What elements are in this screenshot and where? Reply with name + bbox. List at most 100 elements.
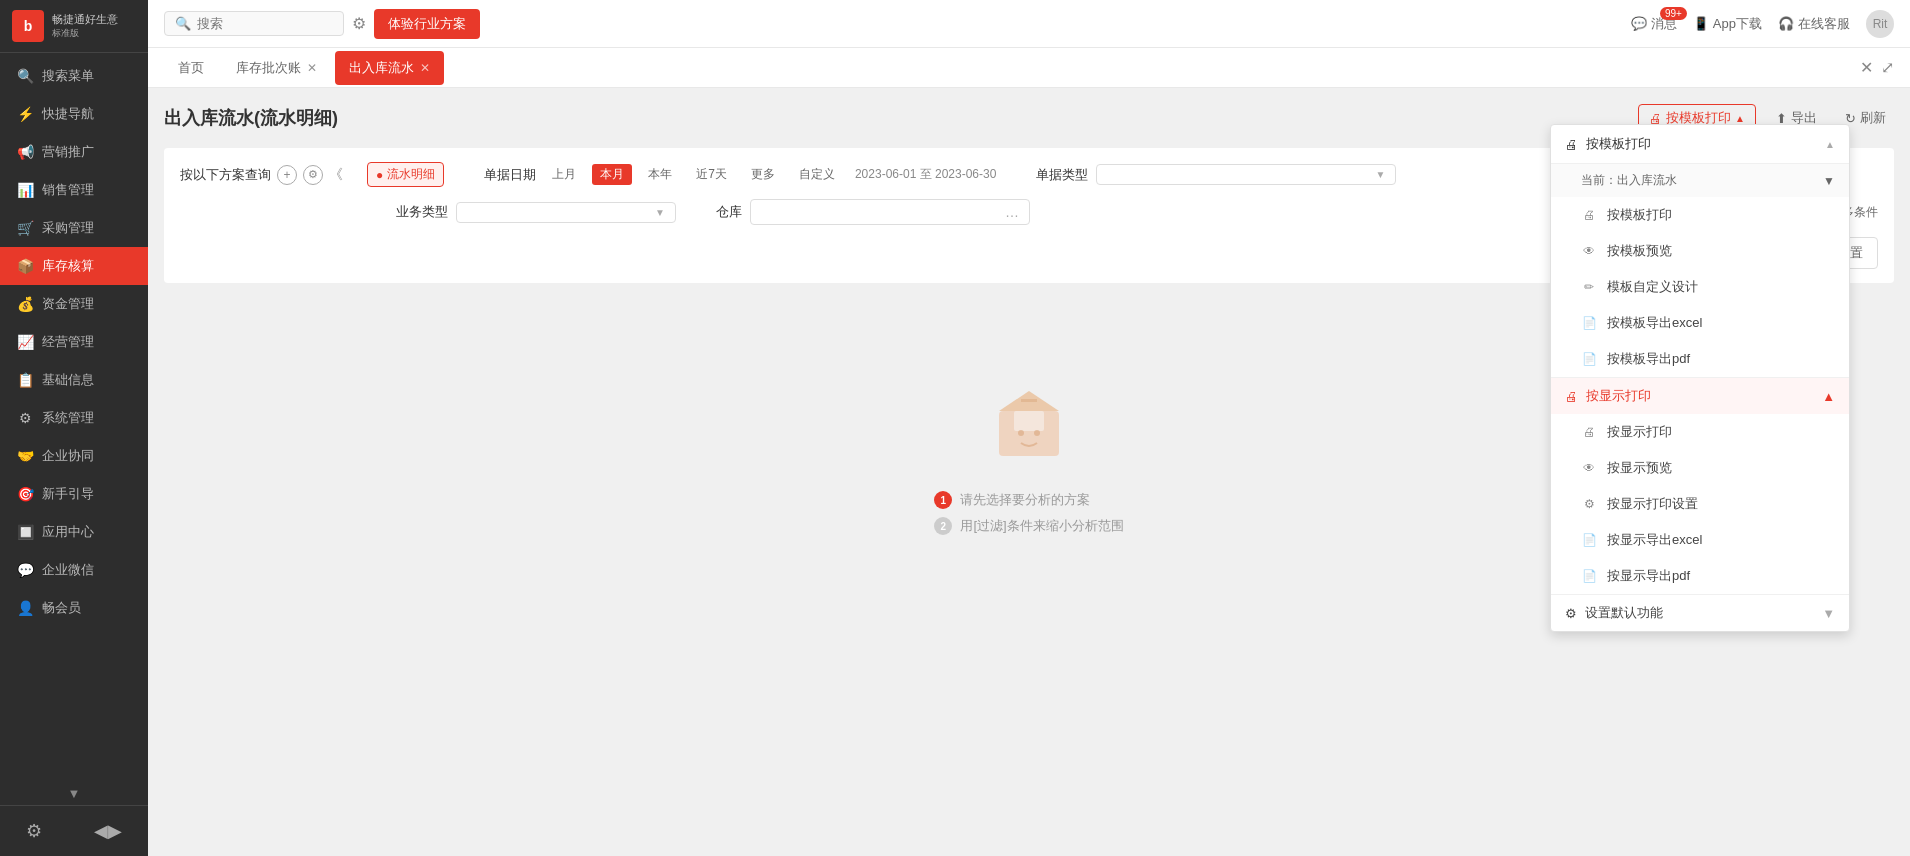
sidebar-item-label: 经营管理: [42, 333, 94, 351]
chevron-down-icon: ▼: [1375, 169, 1385, 180]
sidebar-item-search[interactable]: 🔍 搜索菜单: [0, 57, 148, 95]
shortcut-icon: ⚡: [16, 105, 34, 123]
sales-icon: 📊: [16, 181, 34, 199]
dropdown-item-display-settings[interactable]: ⚙ 按显示打印设置: [1551, 486, 1849, 522]
dropdown-item-display-preview[interactable]: 👁 按显示预览: [1551, 450, 1849, 486]
dropdown-item-template-print[interactable]: 🖨 按模板打印: [1551, 197, 1849, 233]
empty-step-2: 2 用[过滤]条件来缩小分析范围: [934, 517, 1123, 535]
user-avatar[interactable]: Rit: [1866, 10, 1894, 38]
date-btn-more[interactable]: 更多: [743, 164, 783, 185]
system-icon: ⚙: [16, 409, 34, 427]
business-type-select[interactable]: ▼: [456, 202, 676, 223]
topbar: 🔍 ⚙ 体验行业方案 💬 消息 99+ 📱 App下载 🎧 在线客服 Rit: [148, 0, 1910, 48]
sidebar-item-enterprise[interactable]: 🤝 企业协同: [0, 437, 148, 475]
date-btn-this-month[interactable]: 本月: [592, 164, 632, 185]
dropdown-item-template-customize[interactable]: ✏ 模板自定义设计: [1551, 269, 1849, 305]
dropdown-template-section: 🖨 按模板打印 👁 按模板预览 ✏ 模板自定义设计 📄 按模板导出excel 📄: [1551, 197, 1849, 378]
collapse-sidebar-btn[interactable]: ◀▶: [86, 816, 130, 846]
step-2-num: 2: [934, 517, 952, 535]
display-print-icon: 🖨: [1565, 389, 1578, 404]
dropdown-item-template-excel[interactable]: 📄 按模板导出excel: [1551, 305, 1849, 341]
more-icon[interactable]: …: [1005, 204, 1019, 220]
tab-flow[interactable]: 出入库流水 ✕: [335, 51, 444, 85]
dropdown-display-section-header[interactable]: 🖨 按显示打印 ▲: [1551, 378, 1849, 414]
settings-bottom-btn[interactable]: ⚙: [18, 816, 50, 846]
sidebar-item-apps[interactable]: 🔲 应用中心: [0, 513, 148, 551]
tab-flow-label: 出入库流水: [349, 59, 414, 77]
warehouse-select[interactable]: …: [750, 199, 1030, 225]
sidebar-item-guide[interactable]: 🎯 新手引导: [0, 475, 148, 513]
purchase-icon: 🛒: [16, 219, 34, 237]
display-settings-icon: ⚙: [1581, 496, 1597, 512]
sidebar-item-basic[interactable]: 📋 基础信息: [0, 361, 148, 399]
dropdown-item-label: 按模板打印: [1607, 206, 1672, 224]
excel-icon: 📄: [1581, 315, 1597, 331]
date-btn-this-year[interactable]: 本年: [640, 164, 680, 185]
sidebar-item-label: 应用中心: [42, 523, 94, 541]
filter-add-btn[interactable]: +: [277, 165, 297, 185]
sidebar-item-marketing[interactable]: 📢 营销推广: [0, 133, 148, 171]
maximize-btn[interactable]: ⤢: [1881, 58, 1894, 77]
sidebar-item-member[interactable]: 👤 畅会员: [0, 589, 148, 627]
topbar-right: 💬 消息 99+ 📱 App下载 🎧 在线客服 Rit: [1631, 10, 1894, 38]
sidebar-item-label: 库存核算: [42, 257, 94, 275]
tab-batch[interactable]: 库存批次账 ✕: [222, 51, 331, 85]
display-section-label: 按显示打印: [1586, 387, 1651, 405]
search-input[interactable]: [197, 16, 317, 31]
window-controls: ✕ ⤢: [1860, 58, 1894, 77]
filter-tag-flow[interactable]: ● 流水明细: [367, 162, 444, 187]
display-section-arrow: ▲: [1822, 389, 1835, 404]
dropdown-item-label: 按显示打印设置: [1607, 495, 1698, 513]
online-service-btn[interactable]: 🎧 在线客服: [1778, 15, 1850, 33]
footer-arrow: ▼: [1822, 606, 1835, 621]
sidebar-item-sales[interactable]: 📊 销售管理: [0, 171, 148, 209]
sidebar-item-inventory[interactable]: 📦 库存核算: [0, 247, 148, 285]
date-btn-7days[interactable]: 近7天: [688, 164, 735, 185]
date-btn-last-month[interactable]: 上月: [544, 164, 584, 185]
sidebar-item-shortcut[interactable]: ⚡ 快捷导航: [0, 95, 148, 133]
sidebar-scroll-down[interactable]: ▼: [0, 782, 148, 805]
date-btn-custom[interactable]: 自定义: [791, 164, 843, 185]
sidebar-item-system[interactable]: ⚙ 系统管理: [0, 399, 148, 437]
dropdown-item-display-pdf[interactable]: 📄 按显示导出pdf: [1551, 558, 1849, 594]
sidebar-item-label: 系统管理: [42, 409, 94, 427]
operation-icon: 📈: [16, 333, 34, 351]
tab-flow-close[interactable]: ✕: [420, 61, 430, 75]
printer-dropdown-icon: 🖨: [1565, 137, 1578, 152]
app-download-btn[interactable]: 📱 App下载: [1693, 15, 1762, 33]
tab-home-label: 首页: [178, 59, 204, 77]
dropdown-item-display-print[interactable]: 🖨 按显示打印: [1551, 414, 1849, 450]
tab-home[interactable]: 首页: [164, 51, 218, 85]
sidebar-nav: 🔍 搜索菜单 ⚡ 快捷导航 📢 营销推广 📊 销售管理 🛒 采购管理 📦 库存核…: [0, 53, 148, 782]
dropdown-item-template-pdf[interactable]: 📄 按模板导出pdf: [1551, 341, 1849, 377]
trial-btn[interactable]: 体验行业方案: [374, 9, 480, 39]
message-icon: 💬: [1631, 16, 1647, 31]
sidebar-item-purchase[interactable]: 🛒 采购管理: [0, 209, 148, 247]
sidebar-item-label: 新手引导: [42, 485, 94, 503]
warehouse-label: 仓库: [716, 203, 742, 221]
sidebar-item-operation[interactable]: 📈 经营管理: [0, 323, 148, 361]
filter-collapse-left-btn[interactable]: 《: [329, 166, 343, 184]
dropdown-item-label: 按显示打印: [1607, 423, 1672, 441]
dropdown-item-label: 按显示预览: [1607, 459, 1672, 477]
basic-icon: 📋: [16, 371, 34, 389]
message-btn[interactable]: 💬 消息 99+: [1631, 15, 1677, 33]
dropdown-item-template-preview[interactable]: 👁 按模板预览: [1551, 233, 1849, 269]
sidebar-item-finance[interactable]: 💰 资金管理: [0, 285, 148, 323]
topbar-search-box[interactable]: 🔍: [164, 11, 344, 36]
dropdown-item-display-excel[interactable]: 📄 按显示导出excel: [1551, 522, 1849, 558]
dropdown-footer[interactable]: ⚙ 设置默认功能 ▼: [1551, 595, 1849, 631]
dropdown-header-arrow: ▲: [1825, 139, 1835, 150]
gear-icon[interactable]: ⚙: [352, 14, 366, 33]
edit-icon: ✏: [1581, 279, 1597, 295]
close-tab-btn[interactable]: ✕: [1860, 58, 1873, 77]
filter-setting-btn[interactable]: ⚙: [303, 165, 323, 185]
sidebar-bottom: ⚙ ◀▶: [0, 805, 148, 856]
sidebar-item-wechat[interactable]: 💬 企业微信: [0, 551, 148, 589]
dropdown-header[interactable]: 🖨 按模板打印 ▲: [1551, 125, 1849, 164]
wechat-icon: 💬: [16, 561, 34, 579]
refresh-label: 刷新: [1860, 109, 1886, 127]
download-icon: 📱: [1693, 16, 1709, 31]
type-select[interactable]: ▼: [1096, 164, 1396, 185]
tab-batch-close[interactable]: ✕: [307, 61, 317, 75]
